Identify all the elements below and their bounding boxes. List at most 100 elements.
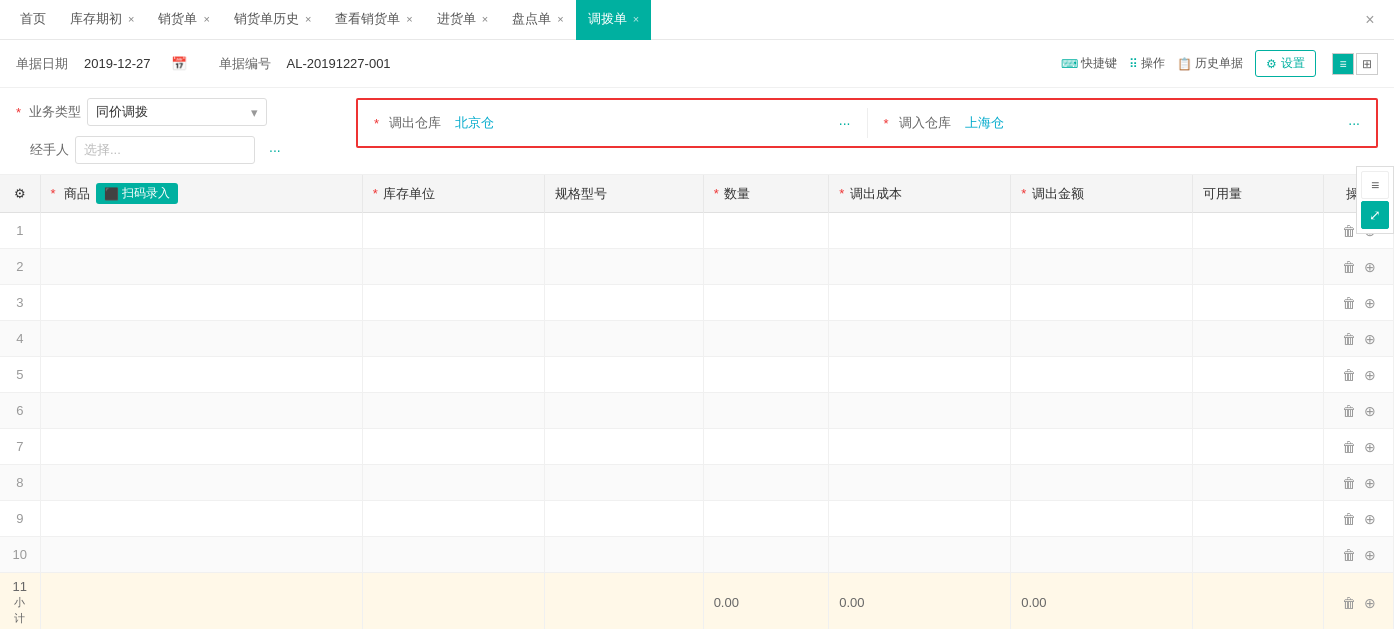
row-available-cell[interactable] (1193, 249, 1324, 285)
row-copy-btn[interactable]: ⊕ (1364, 511, 1376, 527)
tab-transfer-order[interactable]: 调拨单 × (576, 0, 651, 40)
row-delete-btn[interactable]: 🗑 (1342, 475, 1356, 491)
row-spec-cell[interactable] (544, 537, 703, 573)
calendar-icon[interactable]: 📅 (171, 56, 187, 71)
scan-btn[interactable]: ⬛ 扫码录入 (96, 183, 178, 204)
row-spec-cell[interactable] (544, 393, 703, 429)
row-product-cell[interactable] (40, 357, 362, 393)
row-qty-cell[interactable] (703, 393, 829, 429)
row-cost-cell[interactable] (829, 393, 1011, 429)
row-product-cell[interactable] (40, 537, 362, 573)
tab-purchase-order-close[interactable]: × (482, 13, 488, 25)
row-spec-cell[interactable] (544, 285, 703, 321)
row-spec-cell[interactable] (544, 249, 703, 285)
row-qty-cell[interactable] (703, 429, 829, 465)
row-delete-btn[interactable]: 🗑 (1342, 439, 1356, 455)
row-copy-btn[interactable]: ⊕ (1364, 259, 1376, 275)
row-product-cell[interactable] (40, 213, 362, 249)
row-qty-cell[interactable] (703, 285, 829, 321)
row-cost-cell[interactable] (829, 465, 1011, 501)
ops-btn[interactable]: ⠿ 操作 (1129, 55, 1165, 72)
transfer-out-value[interactable]: 北京仓 (455, 114, 494, 132)
row-copy-btn[interactable]: ⊕ (1364, 331, 1376, 347)
row-unit-cell[interactable] (362, 501, 544, 537)
row-qty-cell[interactable] (703, 357, 829, 393)
float-list-btn[interactable]: ≡ (1361, 171, 1389, 199)
row-unit-cell[interactable] (362, 285, 544, 321)
tab-purchase-order[interactable]: 进货单 × (425, 0, 500, 40)
handler-more-btn[interactable]: ··· (269, 142, 281, 158)
tab-inventory-init[interactable]: 库存期初 × (58, 0, 146, 40)
row-copy-btn[interactable]: ⊕ (1364, 439, 1376, 455)
row-unit-cell[interactable] (362, 429, 544, 465)
row-amount-cell[interactable] (1011, 213, 1193, 249)
row-product-cell[interactable] (40, 465, 362, 501)
tab-sales-order[interactable]: 销货单 × (146, 0, 221, 40)
row-unit-cell[interactable] (362, 537, 544, 573)
business-type-select[interactable]: 同价调拨 ▾ (87, 98, 267, 126)
row-amount-cell[interactable] (1011, 465, 1193, 501)
row-delete-btn[interactable]: 🗑 (1342, 547, 1356, 563)
row-unit-cell[interactable] (362, 393, 544, 429)
row-amount-cell[interactable] (1011, 393, 1193, 429)
row-amount-cell[interactable] (1011, 357, 1193, 393)
row-copy-btn[interactable]: ⊕ (1364, 367, 1376, 383)
row-product-cell[interactable] (40, 285, 362, 321)
row-unit-cell[interactable] (362, 321, 544, 357)
tab-sales-history-close[interactable]: × (305, 13, 311, 25)
row-available-cell[interactable] (1193, 321, 1324, 357)
row-delete-btn[interactable]: 🗑 (1342, 367, 1356, 383)
row-cost-cell[interactable] (829, 501, 1011, 537)
row-unit-cell[interactable] (362, 213, 544, 249)
row-copy-btn[interactable]: ⊕ (1364, 547, 1376, 563)
row-delete-btn[interactable]: 🗑 (1342, 223, 1356, 239)
row-qty-cell[interactable] (703, 321, 829, 357)
row-cost-cell[interactable] (829, 213, 1011, 249)
row-amount-cell[interactable] (1011, 501, 1193, 537)
row-available-cell[interactable] (1193, 393, 1324, 429)
row-cost-cell[interactable] (829, 285, 1011, 321)
tab-inventory-init-close[interactable]: × (128, 13, 134, 25)
row-delete-btn[interactable]: 🗑 (1342, 331, 1356, 347)
row-cost-cell[interactable] (829, 249, 1011, 285)
row-spec-cell[interactable] (544, 213, 703, 249)
row-available-cell[interactable] (1193, 465, 1324, 501)
row-available-cell[interactable] (1193, 537, 1324, 573)
th-settings[interactable]: ⚙ (0, 175, 40, 213)
row-qty-cell[interactable] (703, 465, 829, 501)
row-delete-btn[interactable]: 🗑 (1342, 259, 1356, 275)
row-delete-btn[interactable]: 🗑 (1342, 595, 1356, 611)
tab-transfer-order-close[interactable]: × (633, 13, 639, 25)
row-available-cell[interactable] (1193, 501, 1324, 537)
table-scroll-area[interactable]: ⚙ * 商品 ⬛ 扫码录入 (0, 175, 1394, 629)
row-spec-cell[interactable] (544, 429, 703, 465)
row-qty-cell[interactable] (703, 213, 829, 249)
tab-bar-close-btn[interactable]: × (1354, 4, 1386, 36)
row-delete-btn[interactable]: 🗑 (1342, 403, 1356, 419)
row-amount-cell[interactable] (1011, 429, 1193, 465)
history-btn[interactable]: 📋 历史单据 (1177, 55, 1243, 72)
row-unit-cell[interactable] (362, 249, 544, 285)
float-expand-btn[interactable]: ⤢ (1361, 201, 1389, 229)
transfer-out-more-btn[interactable]: ··· (839, 115, 851, 131)
transfer-in-more-btn[interactable]: ··· (1348, 115, 1360, 131)
row-unit-cell[interactable] (362, 465, 544, 501)
tab-sales-history[interactable]: 销货单历史 × (222, 0, 323, 40)
row-qty-cell[interactable] (703, 501, 829, 537)
row-cost-cell[interactable] (829, 357, 1011, 393)
row-product-cell[interactable] (40, 249, 362, 285)
row-available-cell[interactable] (1193, 213, 1324, 249)
row-spec-cell[interactable] (544, 465, 703, 501)
row-spec-cell[interactable] (544, 321, 703, 357)
row-qty-cell[interactable] (703, 537, 829, 573)
tab-inventory-check[interactable]: 盘点单 × (500, 0, 575, 40)
view-toggle-grid[interactable]: ⊞ (1356, 53, 1378, 75)
row-copy-btn[interactable]: ⊕ (1364, 475, 1376, 491)
handler-select[interactable]: 选择... (75, 136, 255, 164)
row-available-cell[interactable] (1193, 285, 1324, 321)
row-amount-cell[interactable] (1011, 285, 1193, 321)
row-amount-cell[interactable] (1011, 537, 1193, 573)
row-available-cell[interactable] (1193, 357, 1324, 393)
row-cost-cell[interactable] (829, 321, 1011, 357)
setting-btn[interactable]: ⚙ 设置 (1255, 50, 1316, 77)
